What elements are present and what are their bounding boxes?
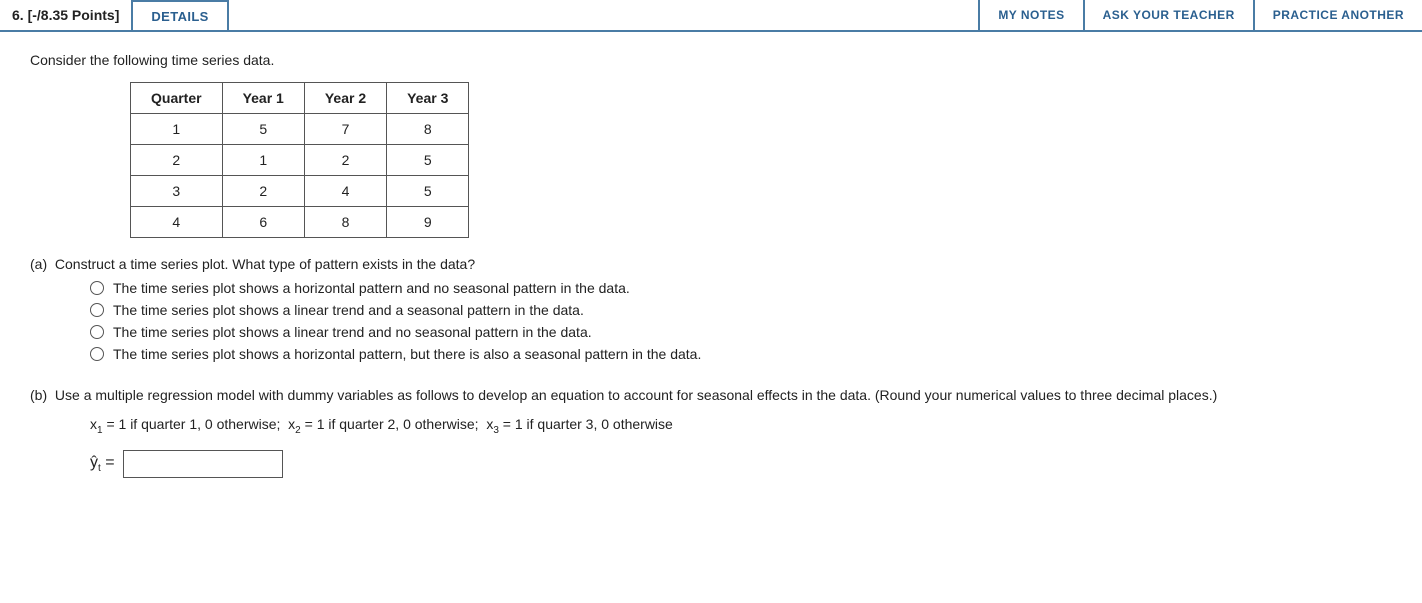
col-year2: Year 2: [304, 83, 386, 114]
radio-circle-3[interactable]: [90, 347, 104, 361]
top-bar: 6. [-/8.35 Points] DETAILS MY NOTES ASK …: [0, 0, 1422, 32]
radio-item-0[interactable]: The time series plot shows a horizontal …: [90, 280, 1392, 296]
cell-r1-c0: 2: [131, 145, 223, 176]
radio-item-3[interactable]: The time series plot shows a horizontal …: [90, 346, 1392, 362]
part-b-intro: (b) Use a multiple regression model with…: [30, 384, 1392, 406]
cell-r2-c3: 5: [387, 176, 469, 207]
part-a-options: The time series plot shows a horizontal …: [90, 280, 1392, 362]
table-row: 3245: [131, 176, 469, 207]
radio-item-2[interactable]: The time series plot shows a linear tren…: [90, 324, 1392, 340]
my-notes-button[interactable]: MY NOTES: [980, 0, 1082, 30]
part-b-letter: (b): [30, 387, 47, 403]
answer-row: ŷt =: [90, 450, 1392, 478]
cell-r2-c1: 2: [222, 176, 304, 207]
ask-teacher-label: ASK YOUR TEACHER: [1103, 8, 1235, 22]
question-label: 6. [-/8.35 Points]: [0, 0, 133, 30]
radio-circle-1[interactable]: [90, 303, 104, 317]
cell-r0-c2: 7: [304, 114, 386, 145]
part-b-prompt: Use a multiple regression model with dum…: [55, 387, 1217, 403]
practice-another-label: PRACTICE ANOTHER: [1273, 8, 1404, 22]
radio-circle-0[interactable]: [90, 281, 104, 295]
col-year1: Year 1: [222, 83, 304, 114]
question-intro: Consider the following time series data.: [30, 52, 1392, 68]
part-a-letter: (a): [30, 256, 47, 272]
radio-label-1: The time series plot shows a linear tren…: [113, 302, 584, 318]
cell-r2-c0: 3: [131, 176, 223, 207]
top-bar-buttons: MY NOTES ASK YOUR TEACHER PRACTICE ANOTH…: [978, 0, 1422, 30]
practice-another-button[interactable]: PRACTICE ANOTHER: [1253, 0, 1422, 30]
part-a-prompt: Construct a time series plot. What type …: [55, 256, 475, 272]
cell-r0-c0: 1: [131, 114, 223, 145]
ask-teacher-button[interactable]: ASK YOUR TEACHER: [1083, 0, 1253, 30]
part-a-label: (a) Construct a time series plot. What t…: [30, 256, 1392, 272]
question-intro-text: Consider the following time series data.: [30, 52, 274, 68]
my-notes-label: MY NOTES: [998, 8, 1064, 22]
radio-label-0: The time series plot shows a horizontal …: [113, 280, 630, 296]
cell-r0-c1: 5: [222, 114, 304, 145]
table-row: 2125: [131, 145, 469, 176]
cell-r1-c2: 2: [304, 145, 386, 176]
answer-input[interactable]: [123, 450, 283, 478]
radio-label-3: The time series plot shows a horizontal …: [113, 346, 701, 362]
cell-r1-c3: 5: [387, 145, 469, 176]
cell-r3-c3: 9: [387, 207, 469, 238]
question-label-text: 6. [-/8.35 Points]: [12, 7, 119, 23]
col-quarter: Quarter: [131, 83, 223, 114]
variables-line: x1 = 1 if quarter 1, 0 otherwise; x2 = 1…: [90, 416, 1392, 436]
details-tab-label: DETAILS: [151, 9, 208, 24]
col-year3: Year 3: [387, 83, 469, 114]
cell-r3-c0: 4: [131, 207, 223, 238]
part-b: (b) Use a multiple regression model with…: [30, 384, 1392, 478]
main-content: Consider the following time series data.…: [0, 32, 1422, 508]
table-row: 1578: [131, 114, 469, 145]
cell-r2-c2: 4: [304, 176, 386, 207]
data-table: Quarter Year 1 Year 2 Year 3 15782125324…: [130, 82, 469, 238]
cell-r3-c2: 8: [304, 207, 386, 238]
yt-label: ŷt =: [90, 454, 115, 474]
radio-label-2: The time series plot shows a linear tren…: [113, 324, 592, 340]
table-row: 4689: [131, 207, 469, 238]
cell-r3-c1: 6: [222, 207, 304, 238]
details-tab[interactable]: DETAILS: [133, 0, 228, 30]
radio-item-1[interactable]: The time series plot shows a linear tren…: [90, 302, 1392, 318]
radio-circle-2[interactable]: [90, 325, 104, 339]
cell-r1-c1: 1: [222, 145, 304, 176]
table-header-row: Quarter Year 1 Year 2 Year 3: [131, 83, 469, 114]
cell-r0-c3: 8: [387, 114, 469, 145]
